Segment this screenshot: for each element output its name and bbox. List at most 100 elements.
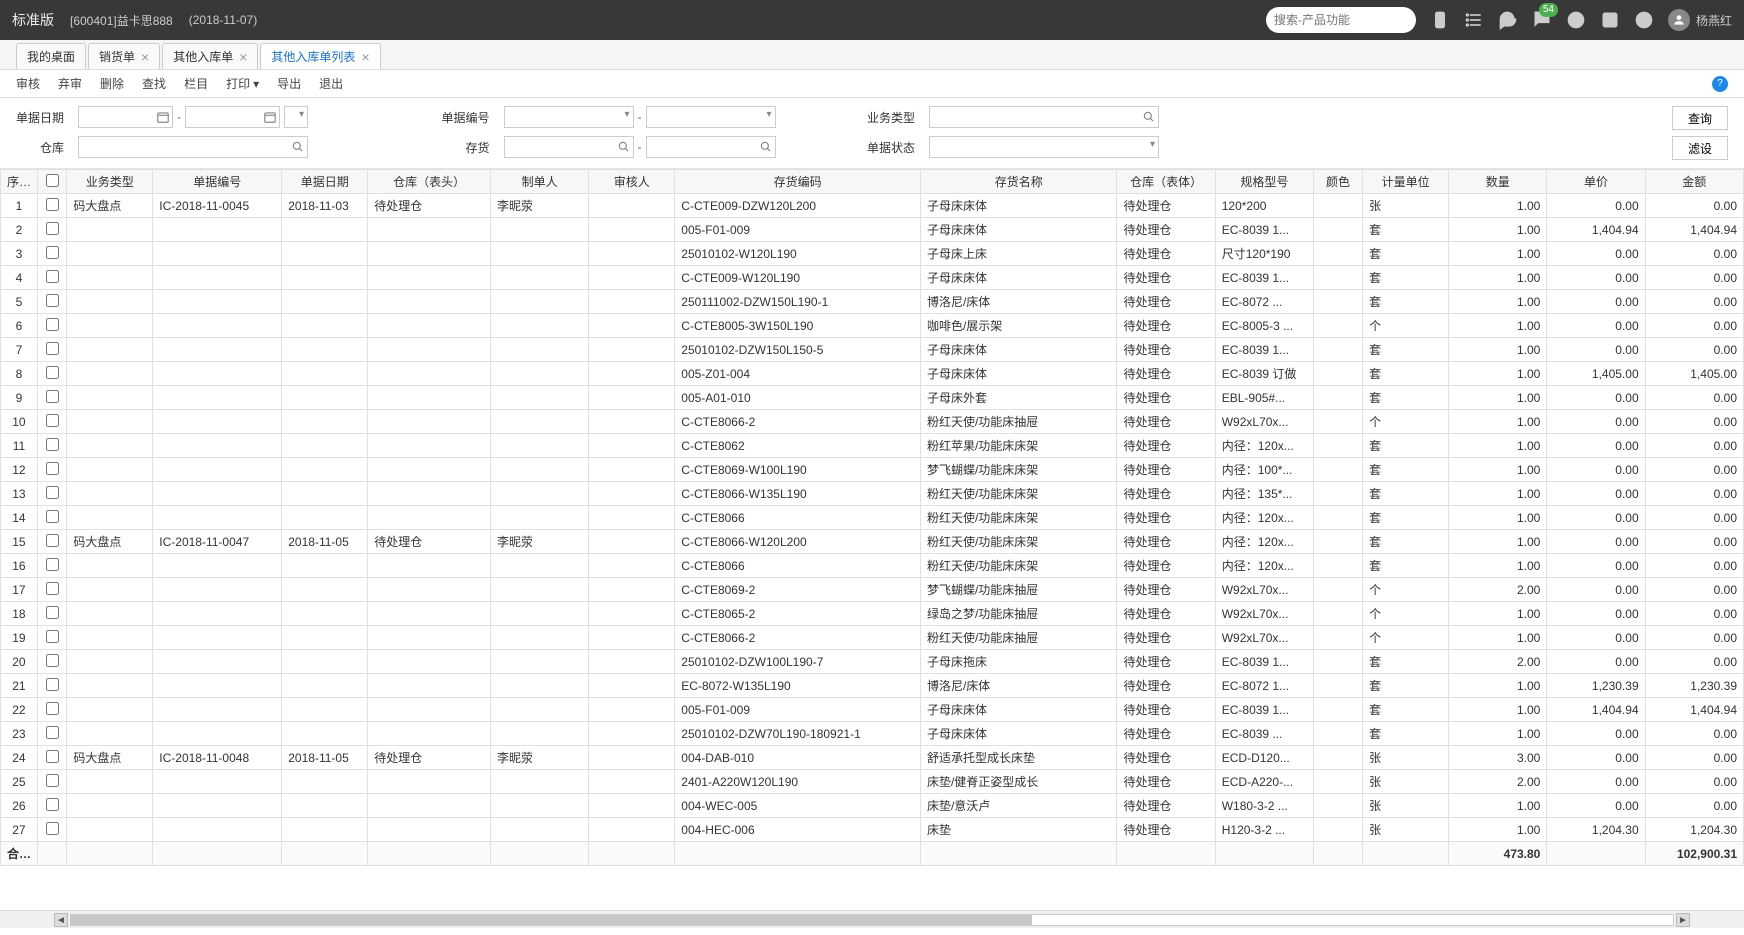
row-checkbox[interactable] bbox=[46, 582, 59, 595]
col-header[interactable]: 单据编号 bbox=[153, 170, 282, 194]
row-checkbox[interactable] bbox=[46, 246, 59, 259]
row-checkbox[interactable] bbox=[46, 342, 59, 355]
table-row[interactable]: 9005-A01-010子母床外套待处理仓EBL-905#...套1.000.0… bbox=[1, 386, 1744, 410]
col-header[interactable]: 序号 bbox=[1, 170, 38, 194]
doc-no-to[interactable] bbox=[646, 106, 776, 128]
table-row[interactable]: 11C-CTE8062粉红苹果/功能床床架待处理仓内径：120x...套1.00… bbox=[1, 434, 1744, 458]
table-row[interactable]: 1码大盘点IC-2018-11-00452018-11-03待处理仓李昵荥C-C… bbox=[1, 194, 1744, 218]
horizontal-scrollbar[interactable]: ◄ ► bbox=[0, 910, 1744, 928]
table-row[interactable]: 27004-HEC-006床垫待处理仓H120-3-2 ...张1.001,20… bbox=[1, 818, 1744, 842]
table-row[interactable]: 4C-CTE009-W120L190子母床床体待处理仓EC-8039 1...套… bbox=[1, 266, 1744, 290]
col-header[interactable]: 单据日期 bbox=[282, 170, 368, 194]
col-header[interactable]: 单价 bbox=[1547, 170, 1645, 194]
row-checkbox[interactable] bbox=[46, 222, 59, 235]
col-header[interactable]: 存货编码 bbox=[675, 170, 921, 194]
table-row[interactable]: 17C-CTE8069-2梦飞蝴蝶/功能床抽屉待处理仓W92xL70x...个2… bbox=[1, 578, 1744, 602]
scroll-track[interactable] bbox=[70, 914, 1674, 926]
table-row[interactable]: 14C-CTE8066粉红天使/功能床床架待处理仓内径：120x...套1.00… bbox=[1, 506, 1744, 530]
row-checkbox[interactable] bbox=[46, 654, 59, 667]
row-checkbox[interactable] bbox=[46, 438, 59, 451]
doc-no-from[interactable] bbox=[504, 106, 634, 128]
biz-type-input[interactable] bbox=[929, 106, 1159, 128]
search-input[interactable] bbox=[1274, 13, 1429, 27]
row-checkbox[interactable] bbox=[46, 462, 59, 475]
col-header[interactable]: 数量 bbox=[1449, 170, 1547, 194]
col-header[interactable]: 审核人 bbox=[589, 170, 675, 194]
row-checkbox[interactable] bbox=[46, 630, 59, 643]
row-checkbox[interactable] bbox=[46, 558, 59, 571]
row-checkbox[interactable] bbox=[46, 414, 59, 427]
table-row[interactable]: 19C-CTE8066-2粉红天使/功能床抽屉待处理仓W92xL70x...个1… bbox=[1, 626, 1744, 650]
scroll-thumb[interactable] bbox=[71, 915, 1032, 925]
col-header[interactable]: 仓库（表体） bbox=[1117, 170, 1215, 194]
row-checkbox[interactable] bbox=[46, 678, 59, 691]
tab-我的桌面[interactable]: 我的桌面 bbox=[16, 43, 86, 69]
col-header[interactable] bbox=[37, 170, 66, 194]
tab-其他入库单列表[interactable]: 其他入库单列表× bbox=[260, 43, 380, 69]
table-row[interactable]: 26004-WEC-005床垫/意沃卢待处理仓W180-3-2 ...张1.00… bbox=[1, 794, 1744, 818]
table-row[interactable]: 325010102-W120L190子母床上床待处理仓尺寸120*190套1.0… bbox=[1, 242, 1744, 266]
toolbar-退出[interactable]: 退出 bbox=[319, 75, 343, 92]
row-checkbox[interactable] bbox=[46, 486, 59, 499]
table-row[interactable]: 2005-F01-009子母床床体待处理仓EC-8039 1...套1.001,… bbox=[1, 218, 1744, 242]
row-checkbox[interactable] bbox=[46, 534, 59, 547]
table-row[interactable]: 725010102-DZW150L150-5子母床床体待处理仓EC-8039 1… bbox=[1, 338, 1744, 362]
table-row[interactable]: 8005-Z01-004子母床床体待处理仓EC-8039 订做套1.001,40… bbox=[1, 362, 1744, 386]
tab-销货单[interactable]: 销货单× bbox=[88, 43, 160, 69]
table-row[interactable]: 12C-CTE8069-W100L190梦飞蝴蝶/功能床床架待处理仓内径：100… bbox=[1, 458, 1744, 482]
doc-date-to[interactable] bbox=[185, 106, 280, 128]
table-row[interactable]: 252401-A220W120L190床垫/健脊正姿型成长待处理仓ECD-A22… bbox=[1, 770, 1744, 794]
book-icon[interactable] bbox=[1600, 10, 1620, 30]
row-checkbox[interactable] bbox=[46, 294, 59, 307]
mobile-icon[interactable] bbox=[1430, 10, 1450, 30]
col-header[interactable]: 业务类型 bbox=[67, 170, 153, 194]
toolbar-删除[interactable]: 删除 bbox=[100, 75, 124, 92]
table-row[interactable]: 21EC-8072-W135L190博洛尼/床体待处理仓EC-8072 1...… bbox=[1, 674, 1744, 698]
scroll-right-arrow[interactable]: ► bbox=[1676, 913, 1690, 927]
user-menu[interactable]: 杨燕红 bbox=[1668, 9, 1732, 31]
row-checkbox[interactable] bbox=[46, 822, 59, 835]
row-checkbox[interactable] bbox=[46, 198, 59, 211]
close-icon[interactable]: × bbox=[361, 44, 369, 70]
table-row[interactable]: 5250111002-DZW150L190-1博洛尼/床体待处理仓EC-8072… bbox=[1, 290, 1744, 314]
col-header[interactable]: 制单人 bbox=[491, 170, 589, 194]
data-grid[interactable]: 序号业务类型单据编号单据日期仓库（表头）制单人审核人存货编码存货名称仓库（表体）… bbox=[0, 169, 1744, 910]
headset-icon[interactable] bbox=[1566, 10, 1586, 30]
close-icon[interactable]: × bbox=[141, 44, 149, 70]
col-header[interactable]: 仓库（表头） bbox=[368, 170, 491, 194]
toolbar-栏目[interactable]: 栏目 bbox=[184, 75, 208, 92]
inventory-to[interactable] bbox=[646, 136, 776, 158]
table-row[interactable]: 2025010102-DZW100L190-7子母床拖床待处理仓EC-8039 … bbox=[1, 650, 1744, 674]
help-icon[interactable] bbox=[1634, 10, 1654, 30]
row-checkbox[interactable] bbox=[46, 510, 59, 523]
row-checkbox[interactable] bbox=[46, 702, 59, 715]
table-row[interactable]: 2325010102-DZW70L190-180921-1子母床床体待处理仓EC… bbox=[1, 722, 1744, 746]
scroll-left-arrow[interactable]: ◄ bbox=[54, 913, 68, 927]
doc-status-input[interactable] bbox=[929, 136, 1159, 158]
table-row[interactable]: 13C-CTE8066-W135L190粉红天使/功能床床架待处理仓内径：135… bbox=[1, 482, 1744, 506]
row-checkbox[interactable] bbox=[46, 270, 59, 283]
doc-date-from[interactable] bbox=[78, 106, 173, 128]
table-row[interactable]: 24码大盘点IC-2018-11-00482018-11-05待处理仓李昵荥00… bbox=[1, 746, 1744, 770]
row-checkbox[interactable] bbox=[46, 390, 59, 403]
row-checkbox[interactable] bbox=[46, 774, 59, 787]
comment-icon[interactable] bbox=[1498, 10, 1518, 30]
row-checkbox[interactable] bbox=[46, 366, 59, 379]
toolbar-审核[interactable]: 审核 bbox=[16, 75, 40, 92]
list-icon[interactable] bbox=[1464, 10, 1484, 30]
filter-settings-button[interactable]: 滤设 bbox=[1672, 136, 1728, 160]
row-checkbox[interactable] bbox=[46, 750, 59, 763]
close-icon[interactable]: × bbox=[239, 44, 247, 70]
toolbar-查找[interactable]: 查找 bbox=[142, 75, 166, 92]
doc-date-preset[interactable] bbox=[284, 106, 308, 128]
row-checkbox[interactable] bbox=[46, 726, 59, 739]
tab-其他入库单[interactable]: 其他入库单× bbox=[162, 43, 258, 69]
col-header[interactable]: 规格型号 bbox=[1215, 170, 1313, 194]
help-tip-icon[interactable]: ? bbox=[1712, 76, 1728, 92]
warehouse-input[interactable] bbox=[78, 136, 308, 158]
toolbar-弃审[interactable]: 弃审 bbox=[58, 75, 82, 92]
table-row[interactable]: 22005-F01-009子母床床体待处理仓EC-8039 1...套1.001… bbox=[1, 698, 1744, 722]
select-all-checkbox[interactable] bbox=[46, 174, 59, 187]
row-checkbox[interactable] bbox=[46, 606, 59, 619]
query-button[interactable]: 查询 bbox=[1672, 106, 1728, 130]
